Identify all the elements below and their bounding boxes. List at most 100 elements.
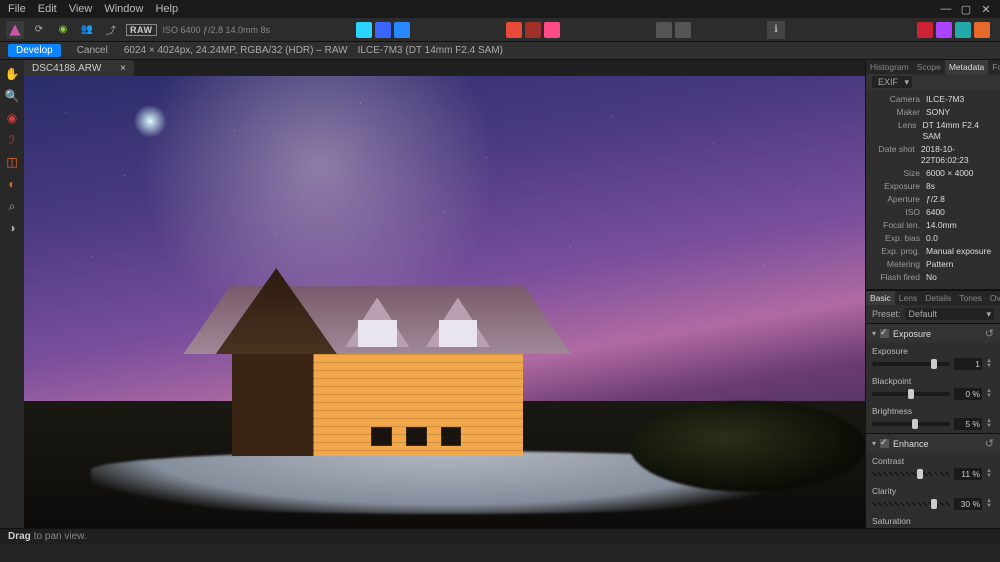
file-tab[interactable]: DSC4188.ARW × (24, 60, 134, 76)
develop-button[interactable]: Develop (8, 44, 61, 57)
enhance-enable-checkbox[interactable] (880, 439, 889, 448)
redeye-tool-icon[interactable]: ◉ (4, 110, 20, 126)
status-verb: Drag (8, 531, 31, 542)
brightness-slider[interactable] (872, 422, 950, 426)
slider-label: Exposure (872, 346, 994, 356)
exif-key: Size (872, 168, 920, 179)
left-tool-strip: ✋ 🔍 ◉ ℐ ◫ ◐ ⌕ ◑ (0, 60, 24, 528)
gradient-tool-icon[interactable]: ◐ (4, 176, 20, 192)
tab-basic[interactable]: Basic (866, 291, 895, 305)
stepper-icon[interactable]: ▲▼ (986, 499, 994, 509)
menu-window[interactable]: Window (104, 3, 143, 15)
blemish-tool-icon[interactable]: ⌕ (4, 198, 20, 214)
exif-value: 8s (926, 181, 935, 192)
hand-tool-icon[interactable]: ✋ (4, 66, 20, 82)
slider-value[interactable]: 1 (954, 358, 982, 370)
exif-row: Exposure8s (872, 181, 994, 192)
status-text: to pan view. (34, 531, 87, 542)
exif-value: DT 14mm F2.4 SAM (922, 120, 994, 142)
link-icon[interactable]: 👥 (78, 21, 96, 39)
exif-key: Flash fired (872, 272, 920, 283)
close-icon[interactable]: ✕ (980, 3, 992, 16)
exif-row: ISO6400 (872, 207, 994, 218)
slider-value[interactable]: 30 % (954, 498, 982, 510)
share-icon[interactable]: ⤴ (102, 21, 120, 39)
persona-develop-icon[interactable] (394, 22, 410, 38)
contrast-slider[interactable] (872, 472, 950, 476)
palette-3-icon[interactable] (955, 22, 971, 38)
maximize-icon[interactable]: ▢ (960, 3, 972, 16)
blackpoint-slider[interactable] (872, 392, 950, 396)
tab-overlays[interactable]: Overlays (986, 291, 1000, 305)
palette-1-icon[interactable] (917, 22, 933, 38)
exif-row: Flash fired No (872, 272, 994, 283)
exif-key: Camera (872, 94, 920, 105)
persona-export-icon[interactable] (525, 22, 541, 38)
top-toolbar: ⟳ ◉ 👥 ⤴ RAW ISO 6400 ƒ/2.8 14.0mm 8s ℹ (0, 18, 1000, 42)
menu-view[interactable]: View (69, 3, 93, 15)
minimize-icon[interactable]: — (940, 3, 952, 16)
exif-value: Pattern (926, 259, 953, 270)
persona-tone-icon[interactable] (506, 22, 522, 38)
brush-tool-icon[interactable]: ℐ (4, 132, 20, 148)
exposure-enable-checkbox[interactable] (880, 329, 889, 338)
persona-extra-icon[interactable] (544, 22, 560, 38)
tab-scope[interactable]: Scope (913, 60, 945, 74)
exif-value: No (926, 272, 937, 283)
exif-row: Exp. prog.Manual exposure (872, 246, 994, 257)
metadata-type-dropdown[interactable]: EXIF (872, 76, 912, 88)
slider-label: Clarity (872, 486, 994, 496)
camera-model: ILCE-7M3 (DT 14mm F2.4 SAM) (358, 45, 503, 56)
collapse-icon[interactable]: ▾ (872, 329, 876, 338)
slider-value[interactable]: 5 % (954, 418, 982, 430)
refresh-icon[interactable]: ⟳ (30, 21, 48, 39)
stepper-icon[interactable]: ▲▼ (986, 389, 994, 399)
cancel-button[interactable]: Cancel (71, 44, 114, 57)
slider-value[interactable]: 11 % (954, 468, 982, 480)
collapse-icon[interactable]: ▾ (872, 439, 876, 448)
chrome-icon[interactable]: ◉ (54, 21, 72, 39)
toggle-split-icon[interactable] (656, 22, 672, 38)
overlay-tool-icon[interactable]: ◑ (4, 220, 20, 236)
exif-key: Exp. bias (872, 233, 920, 244)
reset-icon[interactable]: ↺ (985, 437, 994, 450)
menu-file[interactable]: File (8, 3, 26, 15)
slider-label: Contrast (872, 456, 994, 466)
stepper-icon[interactable]: ▲▼ (986, 469, 994, 479)
tab-metadata[interactable]: Metadata (945, 60, 988, 74)
persona-liquify-icon[interactable] (375, 22, 391, 38)
tab-lens[interactable]: Lens (895, 291, 921, 305)
exif-key: Lens (872, 120, 916, 142)
exif-value: SONY (926, 107, 950, 118)
zoom-tool-icon[interactable]: 🔍 (4, 88, 20, 104)
stepper-icon[interactable]: ▲▼ (986, 419, 994, 429)
slider-label: Blackpoint (872, 376, 994, 386)
stepper-icon[interactable]: ▲▼ (986, 359, 994, 369)
clarity-slider[interactable] (872, 502, 950, 506)
exif-value: 6000 × 4000 (926, 168, 974, 179)
menu-edit[interactable]: Edit (38, 3, 57, 15)
slider-value[interactable]: 0 % (954, 388, 982, 400)
palette-4-icon[interactable] (974, 22, 990, 38)
tab-tones[interactable]: Tones (955, 291, 986, 305)
preset-dropdown[interactable]: Default (905, 308, 994, 320)
palette-2-icon[interactable] (936, 22, 952, 38)
exif-value: ILCE-7M3 (926, 94, 964, 105)
close-tab-icon[interactable]: × (120, 63, 126, 74)
toggle-sync-icon[interactable] (675, 22, 691, 38)
exif-value: 6400 (926, 207, 945, 218)
info-icon[interactable]: ℹ (767, 21, 785, 39)
crop-tool-icon[interactable]: ◫ (4, 154, 20, 170)
exif-value: 14.0mm (926, 220, 957, 231)
exposure-slider[interactable] (872, 362, 950, 366)
reset-icon[interactable]: ↺ (985, 327, 994, 340)
tab-histogram[interactable]: Histogram (866, 60, 913, 74)
tab-focus[interactable]: Focus (988, 60, 1000, 74)
exif-key: Metering (872, 259, 920, 270)
menu-help[interactable]: Help (155, 3, 178, 15)
app-icon[interactable] (6, 21, 24, 39)
image-canvas[interactable] (24, 76, 865, 528)
tab-details[interactable]: Details (921, 291, 955, 305)
persona-photo-icon[interactable] (356, 22, 372, 38)
context-bar: Develop Cancel 6024 × 4024px, 24.24MP, R… (0, 42, 1000, 60)
